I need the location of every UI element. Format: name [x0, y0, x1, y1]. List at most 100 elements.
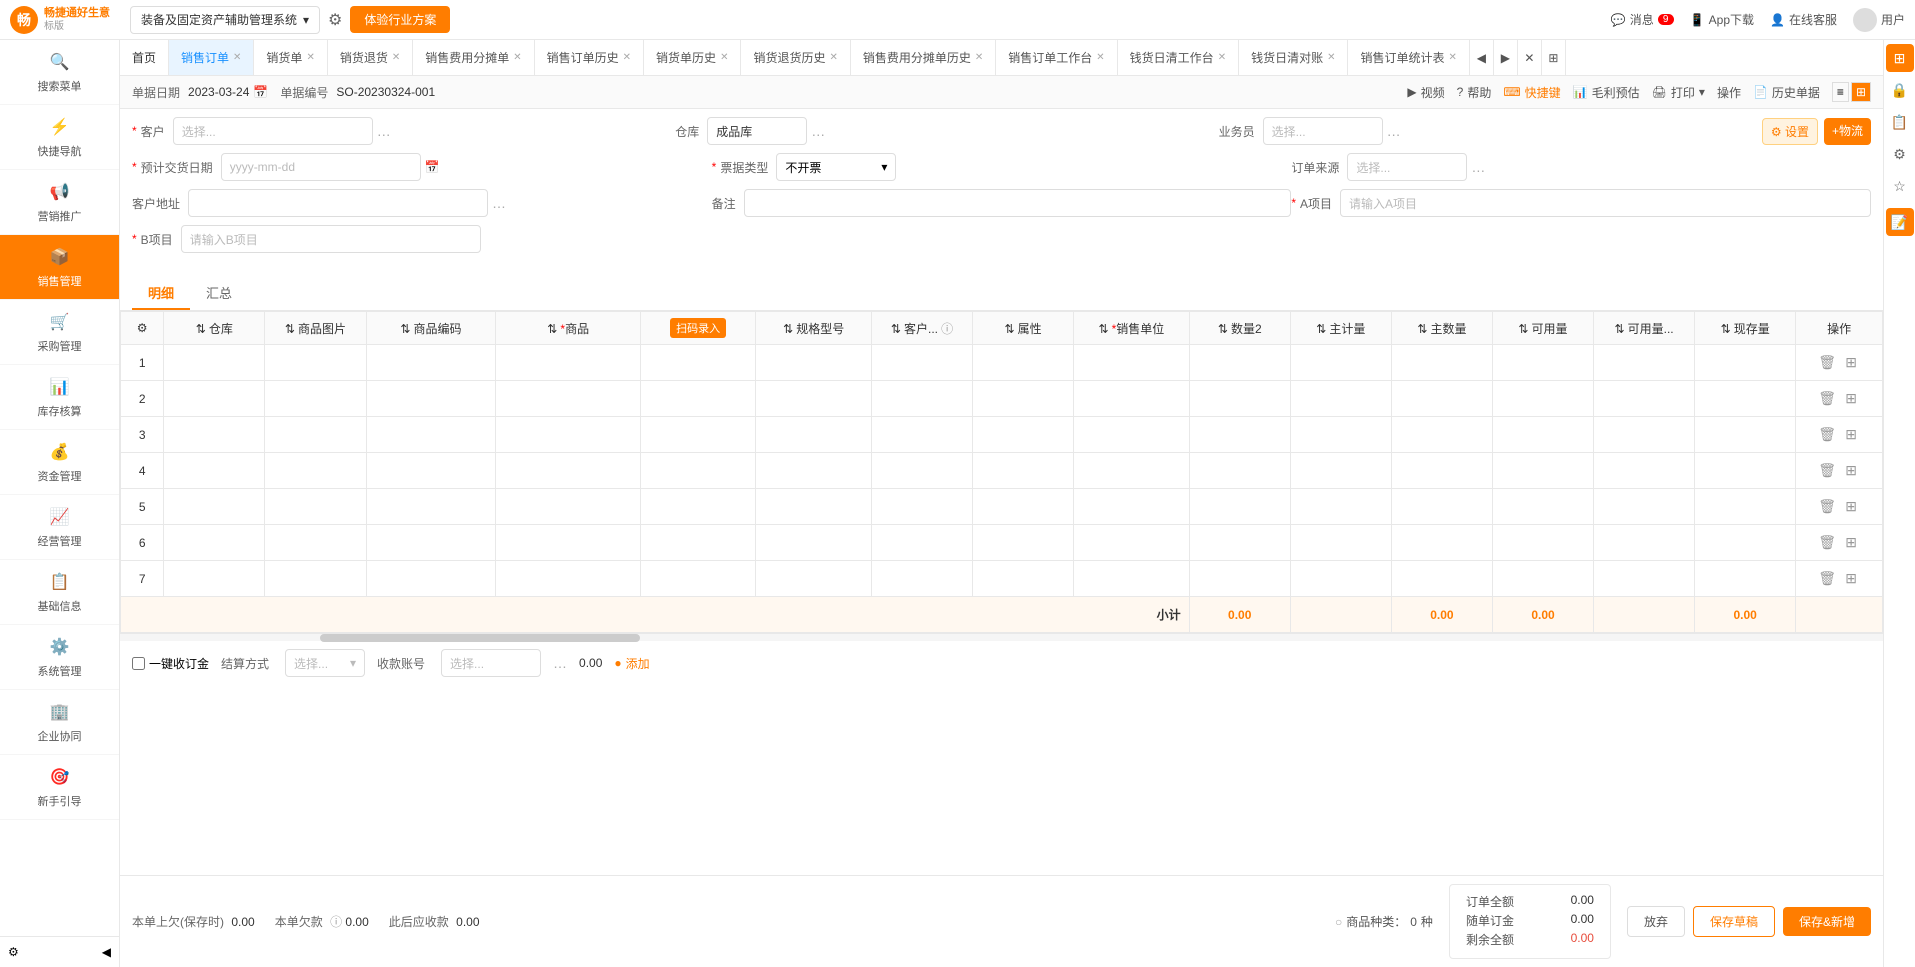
sidebar-item-finance[interactable]: 💰 资金管理: [0, 430, 119, 495]
warehouse-input[interactable]: 成品库: [707, 117, 807, 145]
tab-close-icon[interactable]: ✕: [1449, 52, 1457, 63]
right-panel-icon-3[interactable]: 📋: [1886, 108, 1914, 136]
industry-button[interactable]: 体验行业方案: [350, 6, 450, 33]
payment-method-select[interactable]: 选择... ▾: [285, 649, 365, 677]
address-input[interactable]: [188, 189, 488, 217]
row-delete-btn[interactable]: 🗑: [1817, 497, 1837, 517]
tab-refund-history[interactable]: 销货退货历史 ✕: [741, 40, 850, 75]
sidebar-collapse-icon[interactable]: ◀: [102, 945, 111, 959]
tab-expand-btn[interactable]: ⊞: [1542, 40, 1566, 76]
row-main-unit[interactable]: [1290, 345, 1391, 381]
sidebar-item-system[interactable]: ⚙️ 系统管理: [0, 625, 119, 690]
row-delete-btn[interactable]: 🗑: [1817, 569, 1837, 589]
tab-order-workbench[interactable]: 销售订单工作台 ✕: [996, 40, 1117, 75]
customer-ellipsis-btn[interactable]: …: [377, 123, 391, 139]
tab-close-icon[interactable]: ✕: [392, 52, 400, 63]
warehouse-ellipsis-btn[interactable]: …: [811, 123, 825, 139]
tab-sales-refund[interactable]: 销货退货 ✕: [328, 40, 413, 75]
row-copy-btn[interactable]: ⊞: [1841, 353, 1861, 373]
row-qty2[interactable]: [1189, 345, 1290, 381]
app-download[interactable]: 📱 App下载: [1690, 11, 1754, 28]
row-main-qty[interactable]: [1391, 345, 1492, 381]
row-copy-btn[interactable]: ⊞: [1841, 425, 1861, 445]
invoice-select[interactable]: 不开票 ▾: [776, 153, 896, 181]
tab-close-icon[interactable]: ✕: [233, 52, 241, 63]
tab-daily-clear[interactable]: 钱货日清工作台 ✕: [1118, 40, 1239, 75]
sidebar-item-search-menu[interactable]: 🔍 搜索菜单: [0, 40, 119, 105]
row-attribute[interactable]: [973, 345, 1074, 381]
shortcut-btn[interactable]: ⌨ 快捷键: [1503, 84, 1560, 101]
tab-sales-return-history[interactable]: 销货单历史 ✕: [644, 40, 741, 75]
row-spec[interactable]: [756, 345, 872, 381]
row-delete-btn[interactable]: 🗑: [1817, 353, 1837, 373]
settings-gear-icon[interactable]: ⚙: [328, 10, 342, 30]
right-panel-icon-1[interactable]: ⊞: [1886, 44, 1914, 72]
customer-input[interactable]: 选择...: [173, 117, 373, 145]
row-copy-btn[interactable]: ⊞: [1841, 461, 1861, 481]
sidebar-settings-icon[interactable]: ⚙: [8, 945, 19, 959]
tab-sales-stats[interactable]: 销售订单统计表 ✕: [1348, 40, 1469, 75]
delivery-date-input[interactable]: yyyy-mm-dd: [221, 153, 421, 181]
tab-close-icon[interactable]: ✕: [975, 52, 983, 63]
tab-close-icon[interactable]: ✕: [1096, 52, 1104, 63]
add-logistics-btn[interactable]: +物流: [1824, 118, 1871, 145]
account-ellipsis-btn[interactable]: …: [553, 655, 567, 671]
online-service[interactable]: 👤 在线客服: [1770, 11, 1837, 28]
tab-close-icon[interactable]: ✕: [513, 52, 521, 63]
discard-button[interactable]: 放弃: [1627, 906, 1685, 937]
tab-close-icon[interactable]: ✕: [720, 52, 728, 63]
tab-fee-history[interactable]: 销售费用分摊单历史 ✕: [851, 40, 996, 75]
scan-entry-btn[interactable]: 扫码录入: [670, 318, 726, 338]
add-account-btn[interactable]: ● 添加: [614, 655, 649, 672]
sidebar-item-newbie[interactable]: 🎯 新手引导: [0, 755, 119, 820]
sidebar-item-marketing[interactable]: 📢 营销推广: [0, 170, 119, 235]
sidebar-item-sales[interactable]: 📦 销售管理: [0, 235, 119, 300]
row-code[interactable]: [366, 345, 496, 381]
row-delete-btn[interactable]: 🗑: [1817, 533, 1837, 553]
tab-prev-btn[interactable]: ◀: [1470, 40, 1494, 76]
profit-btn[interactable]: 📊 毛利预估: [1573, 84, 1640, 101]
save-draft-button[interactable]: 保存草稿: [1693, 906, 1775, 937]
tab-more-btn[interactable]: ✕: [1518, 40, 1542, 76]
row-copy-btn[interactable]: ⊞: [1841, 389, 1861, 409]
sidebar-item-purchase[interactable]: 🛒 采购管理: [0, 300, 119, 365]
save-new-button[interactable]: 保存&新增: [1783, 907, 1871, 936]
column-settings-icon[interactable]: ⚙: [137, 321, 148, 335]
settings-btn[interactable]: ⚙ 设置: [1762, 118, 1818, 145]
tab-detail[interactable]: 明细: [132, 277, 190, 310]
tab-summary[interactable]: 汇总: [190, 277, 248, 310]
row-unit[interactable]: [1074, 345, 1190, 381]
tab-close-icon[interactable]: ✕: [306, 52, 314, 63]
layout-grid-icon[interactable]: ⊞: [1851, 82, 1871, 102]
sidebar-item-inventory[interactable]: 📊 库存核算: [0, 365, 119, 430]
tab-home[interactable]: 首页: [120, 40, 169, 75]
order-source-input[interactable]: 选择...: [1347, 153, 1467, 181]
a-project-input[interactable]: 请输入A项目: [1340, 189, 1871, 217]
tab-sales-fee-split[interactable]: 销售费用分摊单 ✕: [413, 40, 534, 75]
row-copy-btn[interactable]: ⊞: [1841, 569, 1861, 589]
message-center[interactable]: 💬 消息 9: [1611, 11, 1674, 28]
right-panel-icon-5[interactable]: ☆: [1886, 172, 1914, 200]
row-delete-btn[interactable]: 🗑: [1817, 389, 1837, 409]
sidebar-item-operations[interactable]: 📈 经营管理: [0, 495, 119, 560]
row-copy-btn[interactable]: ⊞: [1841, 497, 1861, 517]
help-btn[interactable]: ? 帮助: [1457, 84, 1492, 101]
row-warehouse[interactable]: [164, 345, 265, 381]
tab-sales-order-history[interactable]: 销售订单历史 ✕: [535, 40, 644, 75]
row-product[interactable]: [496, 345, 640, 381]
operation-btn[interactable]: 操作: [1717, 84, 1741, 101]
sidebar-item-base[interactable]: 📋 基础信息: [0, 560, 119, 625]
right-panel-icon-6[interactable]: 📝: [1886, 208, 1914, 236]
tab-daily-reconcile[interactable]: 钱货日清对账 ✕: [1239, 40, 1348, 75]
sidebar-item-enterprise[interactable]: 🏢 企业协同: [0, 690, 119, 755]
print-btn[interactable]: 🖨 打印 ▾: [1652, 84, 1705, 101]
tab-next-btn[interactable]: ▶: [1494, 40, 1518, 76]
scrollbar-thumb[interactable]: [320, 634, 640, 642]
one-click-collect-checkbox[interactable]: 一键收订金: [132, 655, 209, 672]
account-input[interactable]: 选择...: [441, 649, 541, 677]
tab-close-icon[interactable]: ✕: [1218, 52, 1226, 63]
one-click-checkbox-input[interactable]: [132, 657, 145, 670]
history-btn[interactable]: 📄 历史单据: [1753, 84, 1820, 101]
row-customer-ref[interactable]: [871, 345, 972, 381]
delivery-calendar-icon[interactable]: 📅: [425, 160, 440, 174]
